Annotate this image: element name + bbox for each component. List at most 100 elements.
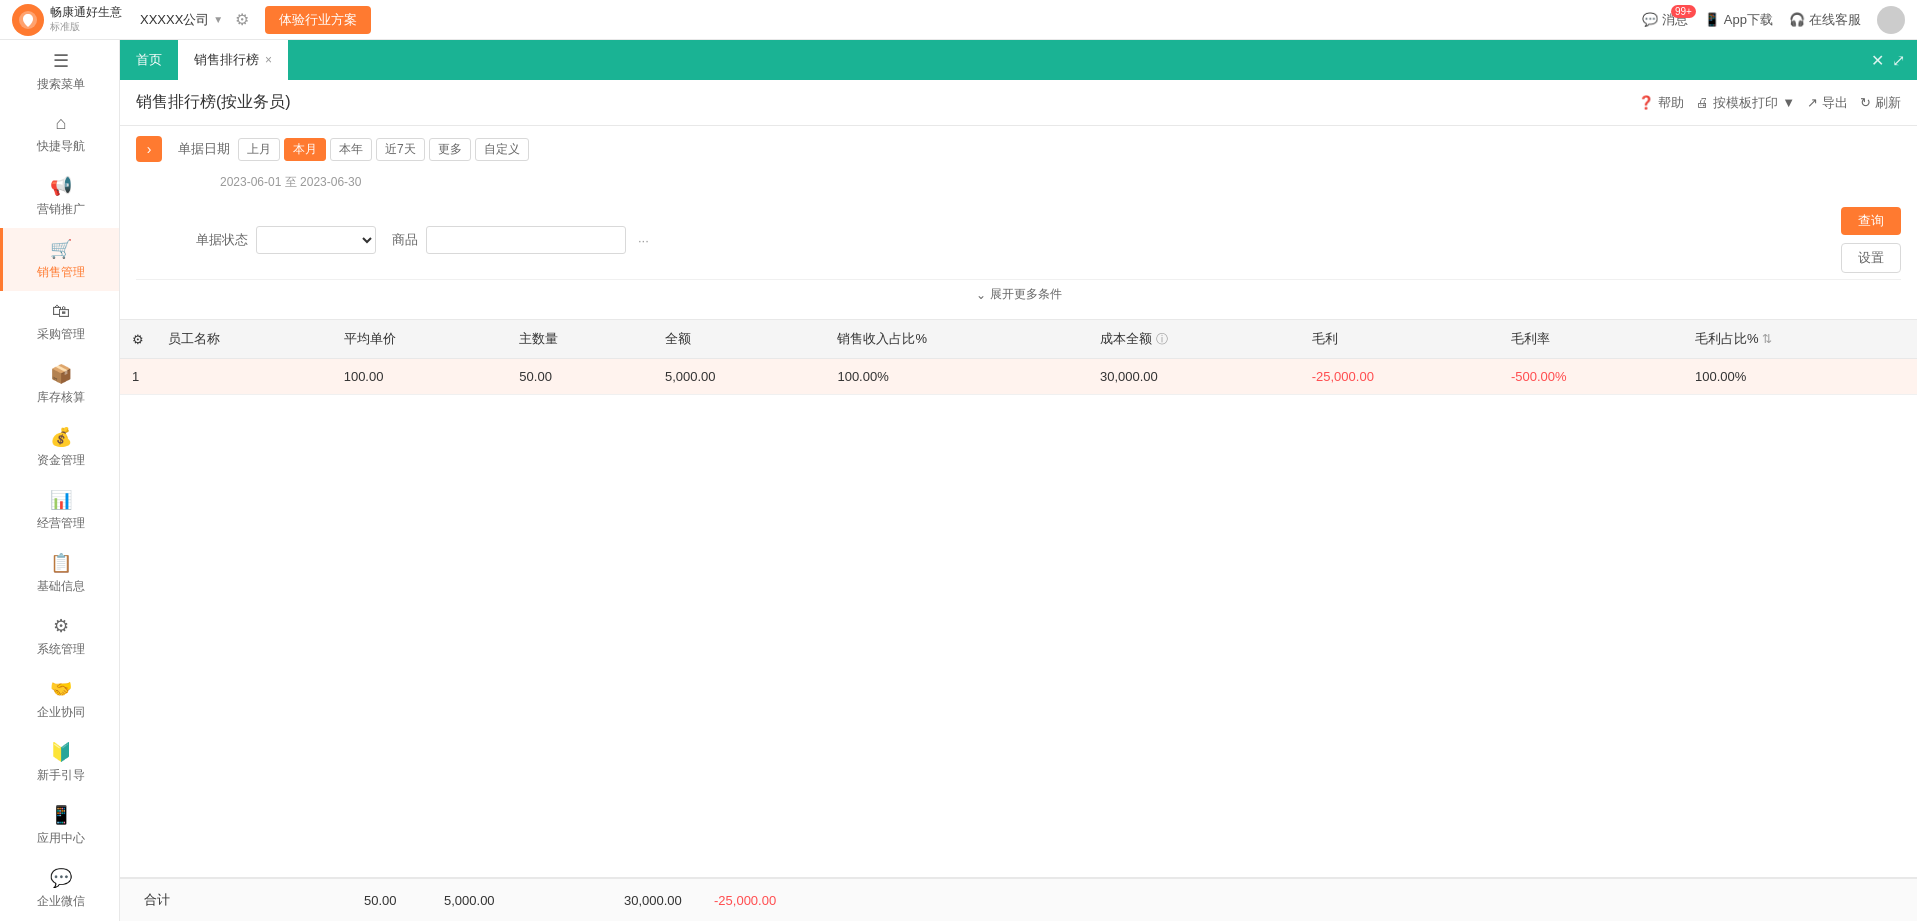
sidebar-item-operation[interactable]: 📊 经营管理 (0, 479, 119, 542)
th-avg-price: 平均单价 (332, 320, 508, 359)
filter-row: › 单据日期 上月 本月 本年 近7天 更多 自定义 (136, 136, 1901, 273)
date-btn-custom[interactable]: 自定义 (475, 138, 529, 161)
date-buttons: 上月 本月 本年 近7天 更多 自定义 (238, 138, 529, 161)
footer-avg-price (272, 896, 352, 904)
help-label: 帮助 (1658, 94, 1684, 112)
guide-icon: 🔰 (50, 741, 72, 763)
goods-label: 商品 (392, 231, 418, 249)
sidebar-item-sales[interactable]: 🛒 销售管理 (0, 228, 119, 291)
table-header-row: ⚙ 员工名称 平均单价 主数量 (120, 320, 1917, 359)
tab-sales-ranking[interactable]: 销售排行榜 × (178, 40, 288, 80)
sidebar-label: 搜索菜单 (37, 76, 85, 93)
company-selector[interactable]: XXXXX公司 ▼ (140, 11, 223, 29)
finance-icon: 💰 (50, 426, 72, 448)
service-label: 在线客服 (1809, 11, 1861, 29)
cell-gross: -25,000.00 (1300, 359, 1499, 395)
sidebar-label: 企业协同 (37, 704, 85, 721)
cost-info-icon[interactable]: ⓘ (1156, 332, 1168, 346)
main-layout: ☰ 搜索菜单 ⌂ 快捷导航 📢 营销推广 🛒 销售管理 🛍 采购管理 📦 库存核… (0, 40, 1917, 921)
sidebar-label: 资金管理 (37, 452, 85, 469)
th-amount: 全额 (653, 320, 825, 359)
sidebar-item-purchase[interactable]: 🛍 采购管理 (0, 291, 119, 353)
expand-icon: ⌄ (976, 288, 986, 302)
topbar-settings-icon[interactable]: ⚙ (235, 10, 249, 29)
date-label: 单据日期 (178, 140, 230, 158)
chevron-icon: › (147, 141, 152, 157)
sidebar-item-quicknav[interactable]: ⌂ 快捷导航 (0, 103, 119, 165)
close-window-icon[interactable]: ✕ (1871, 51, 1884, 70)
sidebar-item-enterprise[interactable]: 🤝 企业协同 (0, 668, 119, 731)
print-btn[interactable]: 🖨 按模板打印 ▼ (1696, 94, 1795, 112)
expand-conditions-btn[interactable]: ⌄ 展开更多条件 (976, 286, 1062, 303)
sidebar-item-inventory[interactable]: 📦 库存核算 (0, 353, 119, 416)
tabbar-right: ✕ ⤢ (1871, 51, 1917, 70)
date-btn-this-month[interactable]: 本月 (284, 138, 326, 161)
sidebar-label: 经营管理 (37, 515, 85, 532)
print-icon: 🖨 (1696, 95, 1709, 110)
sales-icon: 🛒 (50, 238, 72, 260)
tab-close-icon[interactable]: × (265, 53, 272, 67)
help-btn[interactable]: ❓ 帮助 (1638, 94, 1684, 112)
marketing-icon: 📢 (50, 175, 72, 197)
logo-sub: 标准版 (50, 20, 122, 34)
sidebar-item-finance[interactable]: 💰 资金管理 (0, 416, 119, 479)
date-btn-more[interactable]: 更多 (429, 138, 471, 161)
search-menu-icon: ☰ (53, 50, 69, 72)
date-btn-last-month[interactable]: 上月 (238, 138, 280, 161)
topbar: 畅康通好生意 标准版 XXXXX公司 ▼ ⚙ 体验行业方案 💬 消息 99+ 📱… (0, 0, 1917, 40)
logo-text: 畅康通好生意 (50, 5, 122, 21)
message-btn[interactable]: 💬 消息 99+ (1642, 11, 1688, 29)
footer-sales-pct (522, 896, 612, 904)
sidebar-label: 销售管理 (37, 264, 85, 281)
table-body: 1 100.00 50.00 (120, 359, 1917, 395)
date-filter: 单据日期 上月 本月 本年 近7天 更多 自定义 (178, 138, 529, 161)
export-btn[interactable]: ↗ 导出 (1807, 94, 1848, 112)
th-gross: 毛利 (1300, 320, 1499, 359)
sidebar-item-baseinfo[interactable]: 📋 基础信息 (0, 542, 119, 605)
grosspct-sort-icon[interactable]: ⇅ (1762, 332, 1772, 346)
filter-bar: › 单据日期 上月 本月 本年 近7天 更多 自定义 (120, 126, 1917, 320)
sidebar-item-marketing[interactable]: 📢 营销推广 (0, 165, 119, 228)
column-settings-icon[interactable]: ⚙ (132, 332, 144, 347)
sidebar-label: 企业微信 (37, 893, 85, 910)
filter-collapse-btn[interactable]: › (136, 136, 162, 162)
th-cost: 成本全额 ⓘ (1088, 320, 1300, 359)
wechat-icon: 💬 (50, 867, 72, 889)
enterprise-icon: 🤝 (50, 678, 72, 700)
restore-icon[interactable]: ⤢ (1892, 51, 1905, 70)
sidebar-item-guide[interactable]: 🔰 新手引导 (0, 731, 119, 794)
footer-amount: 5,000.00 (432, 889, 522, 912)
th-settings[interactable]: ⚙ (120, 320, 156, 359)
sidebar-label: 新手引导 (37, 767, 85, 784)
th-gross-rate: 毛利率 (1499, 320, 1683, 359)
sidebar-label: 快捷导航 (37, 138, 85, 155)
query-btn[interactable]: 查询 (1841, 207, 1901, 235)
sidebar-item-wechat[interactable]: 💬 企业微信 (0, 857, 119, 920)
sidebar-item-appcenter[interactable]: 📱 应用中心 (0, 794, 119, 857)
question-icon: ❓ (1638, 95, 1654, 110)
sidebar-item-search[interactable]: ☰ 搜索菜单 (0, 40, 119, 103)
expand-label: 展开更多条件 (990, 286, 1062, 303)
query-settings-panel: 查询 设置 (1841, 207, 1901, 273)
sidebar-item-system[interactable]: ⚙ 系统管理 (0, 605, 119, 668)
goods-filter: 商品 ··· (392, 226, 649, 254)
refresh-btn[interactable]: ↻ 刷新 (1860, 94, 1901, 112)
online-service-btn[interactable]: 🎧 在线客服 (1789, 11, 1861, 29)
sidebar-label: 应用中心 (37, 830, 85, 847)
data-table: ⚙ 员工名称 平均单价 主数量 (120, 320, 1917, 395)
date-btn-7days[interactable]: 近7天 (376, 138, 425, 161)
table-container: ⚙ 员工名称 平均单价 主数量 (120, 320, 1917, 877)
date-btn-this-year[interactable]: 本年 (330, 138, 372, 161)
goods-input[interactable] (426, 226, 626, 254)
tab-home[interactable]: 首页 (120, 40, 178, 80)
app-download-btn[interactable]: 📱 App下载 (1704, 11, 1773, 29)
industry-btn[interactable]: 体验行业方案 (265, 6, 371, 34)
footer-name (192, 896, 272, 904)
filter-settings-btn[interactable]: 设置 (1841, 243, 1901, 273)
goods-more-icon[interactable]: ··· (638, 233, 649, 248)
topbar-right: 💬 消息 99+ 📱 App下载 🎧 在线客服 (1642, 6, 1905, 34)
status-select[interactable] (256, 226, 376, 254)
user-avatar[interactable] (1877, 6, 1905, 34)
cell-quantity: 50.00 (507, 359, 653, 395)
table-header: ⚙ 员工名称 平均单价 主数量 (120, 320, 1917, 359)
